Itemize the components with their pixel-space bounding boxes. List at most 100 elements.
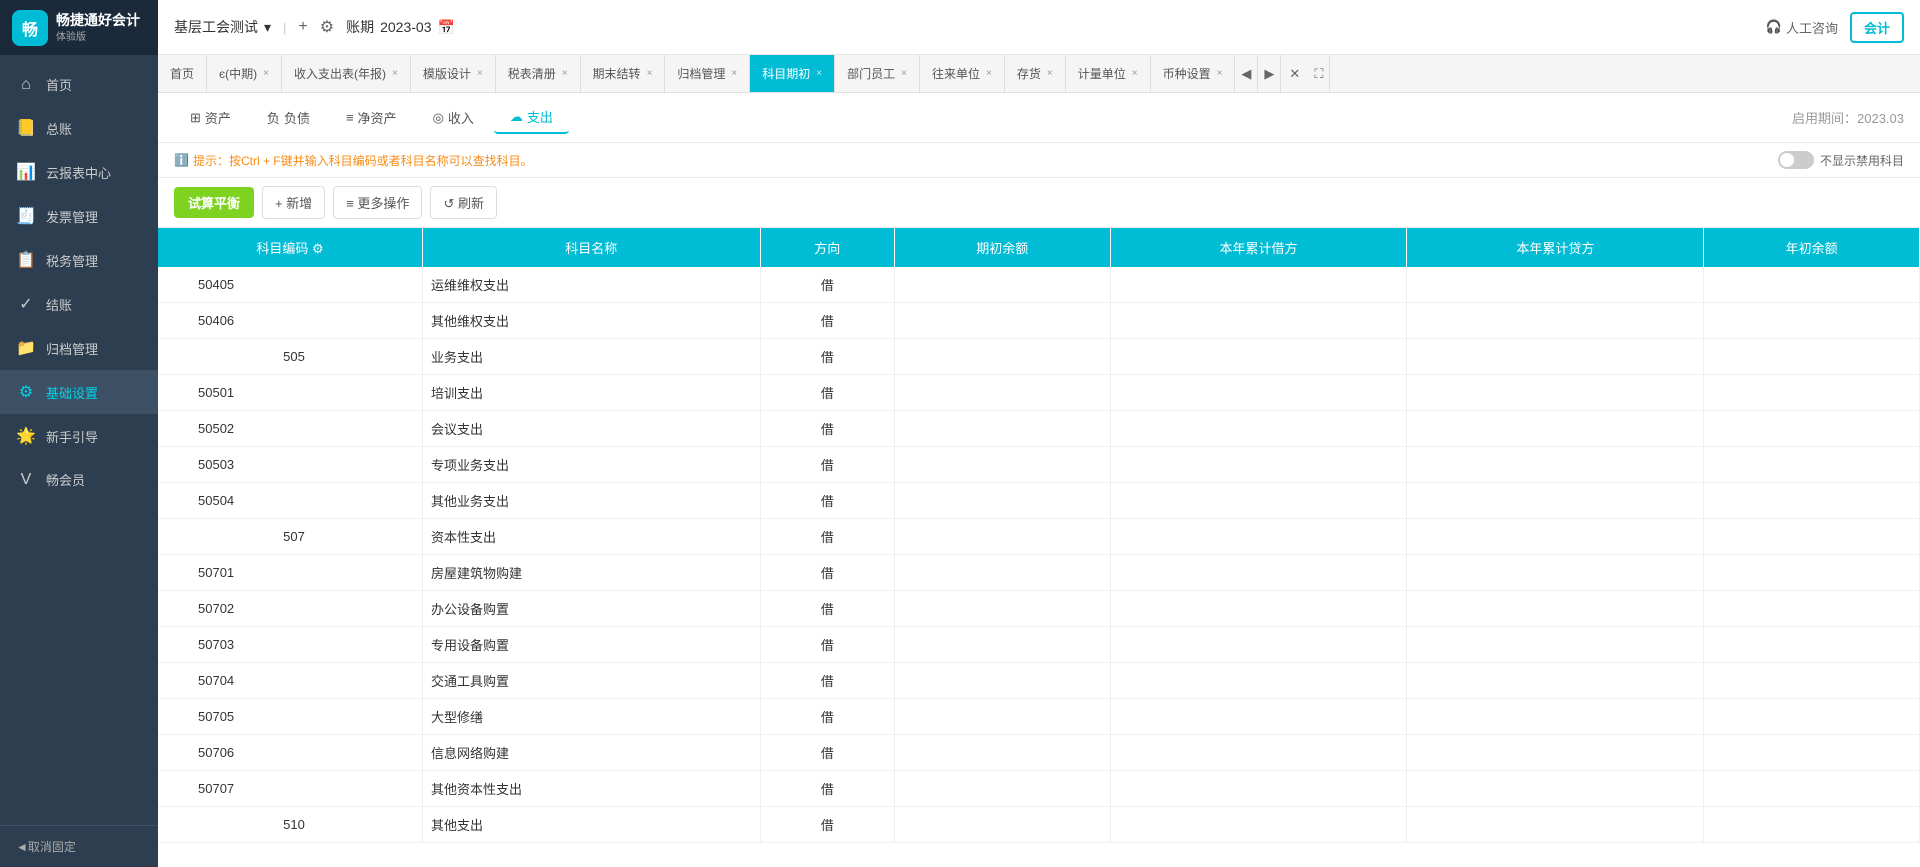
cell-code-6: 50504 (158, 483, 423, 519)
nav-label-settings: 基础设置 (46, 383, 98, 402)
add-btn[interactable]: + 新增 (262, 186, 325, 219)
tab-subject_init[interactable]: 科目期初× (750, 55, 835, 93)
subject-table-container: 科目编码 ⚙科目名称方向期初余额本年累计借方本年累计贷方年初余额 50405运维… (158, 228, 1920, 867)
company-settings-btn[interactable]: ⚙ (320, 17, 334, 37)
cell-ytd_debit-9 (1110, 591, 1407, 627)
tab-balance_mid[interactable]: є(中期)× (207, 55, 282, 93)
table-row[interactable]: 50703专用设备购置借 (158, 627, 1920, 663)
tab-close-template[interactable]: × (477, 68, 483, 79)
sub-tab-net_asset[interactable]: ≡净资产 (330, 102, 413, 133)
tab-close-partners[interactable]: × (986, 68, 992, 79)
tab-close-balance_mid[interactable]: × (263, 68, 269, 79)
tab-currency[interactable]: 币种设置× (1151, 55, 1236, 93)
tab-label-period_close: 期末结转 (593, 65, 641, 82)
tabs-nav-left[interactable]: ◀ (1235, 55, 1258, 93)
cell-name-7: 资本性支出 (423, 519, 761, 555)
tab-close-subject_init[interactable]: × (816, 68, 822, 79)
col-header-code[interactable]: 科目编码 ⚙ (158, 228, 423, 267)
nav-icon-settings: ⚙ (16, 382, 36, 402)
tab-close-inventory[interactable]: × (1047, 68, 1053, 79)
tab-template[interactable]: 模版设计× (411, 55, 496, 93)
tabs-nav-right[interactable]: ▶ (1258, 55, 1281, 93)
nav-label-reports: 云报表中心 (46, 163, 111, 182)
cell-code-14: 50707 (158, 771, 423, 807)
balance-btn[interactable]: 试算平衡 (174, 187, 254, 218)
tab-close-dept_staff[interactable]: × (901, 68, 907, 79)
table-row[interactable]: 50503专项业务支出借 (158, 447, 1920, 483)
table-row[interactable]: 50502会议支出借 (158, 411, 1920, 447)
tab-close-period_close[interactable]: × (647, 68, 653, 79)
hint-message: ℹ️ 提示：按Ctrl + F键并输入科目编码或者科目名称可以查找科目。 (174, 152, 1770, 169)
close-all-tabs-btn[interactable]: ✕ (1281, 55, 1308, 93)
tab-label-inventory: 存货 (1017, 65, 1041, 82)
sub-tab-label-income: 收入 (448, 108, 474, 127)
table-row[interactable]: 50707其他资本性支出借 (158, 771, 1920, 807)
table-row[interactable]: 50406其他维权支出借 (158, 303, 1920, 339)
cell-ytd_balance-6 (1704, 483, 1920, 519)
tab-tax_clear[interactable]: 税表清册× (496, 55, 581, 93)
refresh-btn[interactable]: ↺ 刷新 (430, 186, 497, 219)
tab-inventory[interactable]: 存货 × (1005, 55, 1066, 93)
tab-close-currency[interactable]: × (1217, 68, 1223, 79)
table-row[interactable]: 50701房屋建筑物购建借 (158, 555, 1920, 591)
disabled-subjects-toggle[interactable] (1778, 151, 1814, 169)
add-company-btn[interactable]: + (298, 18, 307, 36)
table-row[interactable]: 50501培训支出借 (158, 375, 1920, 411)
table-row[interactable]: 510其他支出借 (158, 807, 1920, 843)
sidebar-item-archive[interactable]: 📁归档管理 (0, 326, 158, 370)
tab-period_close[interactable]: 期末结转 × (581, 55, 666, 93)
tab-home[interactable]: 首页 (158, 55, 207, 93)
sub-tab-expense[interactable]: ☁支出 (494, 101, 569, 134)
company-selector[interactable]: 基层工会测试 ▾ (174, 17, 271, 37)
cell-code-4: 50502 (158, 411, 423, 447)
tab-label-income_annual: 收入支出表(年报) (294, 65, 386, 82)
table-row[interactable]: 50702办公设备购置借 (158, 591, 1920, 627)
sidebar-item-home[interactable]: ⌂首页 (0, 63, 158, 106)
table-row[interactable]: 50405运维维权支出借 (158, 267, 1920, 303)
table-row[interactable]: 50705大型修缮借 (158, 699, 1920, 735)
sidebar-collapse-btn[interactable]: ◄取消固定 (0, 825, 158, 867)
cell-opening_balance-0 (894, 267, 1110, 303)
sub-tabs-bar: ⊞资产负负债≡净资产◎收入☁支出启用期间：2023.03 (158, 93, 1920, 143)
sidebar-item-member[interactable]: V畅会员 (0, 458, 158, 501)
sidebar-item-closing[interactable]: ✓结账 (0, 282, 158, 326)
sidebar-item-guide[interactable]: 🌟新手引导 (0, 414, 158, 458)
table-row[interactable]: 50504其他业务支出借 (158, 483, 1920, 519)
cell-name-8: 房屋建筑物购建 (423, 555, 761, 591)
sub-tab-income[interactable]: ◎收入 (417, 102, 490, 133)
tab-close-archive_mgmt[interactable]: × (731, 68, 737, 79)
sub-tab-asset[interactable]: ⊞资产 (174, 102, 247, 133)
cell-direction-7: 借 (760, 519, 894, 555)
content-area: ⊞资产负负债≡净资产◎收入☁支出启用期间：2023.03 ℹ️ 提示：按Ctrl… (158, 93, 1920, 867)
more-actions-btn[interactable]: ≡ 更多操作 (333, 186, 422, 219)
cell-direction-4: 借 (760, 411, 894, 447)
calendar-icon[interactable]: 📅 (438, 19, 455, 36)
service-btn[interactable]: 🎧 人工咨询 (1766, 18, 1838, 37)
tab-close-unit[interactable]: × (1132, 68, 1138, 79)
tab-close-tax_clear[interactable]: × (562, 68, 568, 79)
cell-opening_balance-6 (894, 483, 1110, 519)
table-row[interactable]: 50706信息网络购建借 (158, 735, 1920, 771)
sidebar-item-invoice[interactable]: 🧾发票管理 (0, 194, 158, 238)
tab-income_annual[interactable]: 收入支出表(年报) × (282, 55, 411, 93)
tab-close-income_annual[interactable]: × (392, 68, 398, 79)
table-row[interactable]: 507资本性支出借 (158, 519, 1920, 555)
subject-table: 科目编码 ⚙科目名称方向期初余额本年累计借方本年累计贷方年初余额 50405运维… (158, 228, 1920, 843)
sidebar-item-reports[interactable]: 📊云报表中心 (0, 150, 158, 194)
sidebar-item-tax[interactable]: 📋税务管理 (0, 238, 158, 282)
sidebar-item-settings[interactable]: ⚙ 基础设置 (0, 370, 158, 414)
table-row[interactable]: 50704交通工具购置借 (158, 663, 1920, 699)
sidebar: 畅 畅捷通好会计 体验版 ⌂首页📒总账📊云报表中心🧾发票管理📋税务管理✓结账📁归… (0, 0, 158, 867)
tab-dept_staff[interactable]: 部门员工× (835, 55, 920, 93)
tab-partners[interactable]: 往来单位× (920, 55, 1005, 93)
tab-archive_mgmt[interactable]: 归档管理× (665, 55, 750, 93)
sub-tab-liability[interactable]: 负负债 (251, 102, 326, 133)
cell-name-2: 业务支出 (423, 339, 761, 375)
tab-unit[interactable]: 计量单位× (1066, 55, 1151, 93)
cell-ytd_credit-4 (1407, 411, 1704, 447)
sidebar-item-ledger[interactable]: 📒总账 (0, 106, 158, 150)
account-btn[interactable]: 会计 (1850, 12, 1904, 43)
cell-opening_balance-1 (894, 303, 1110, 339)
table-row[interactable]: 505业务支出借 (158, 339, 1920, 375)
expand-btn[interactable]: ⛶ (1308, 55, 1330, 93)
